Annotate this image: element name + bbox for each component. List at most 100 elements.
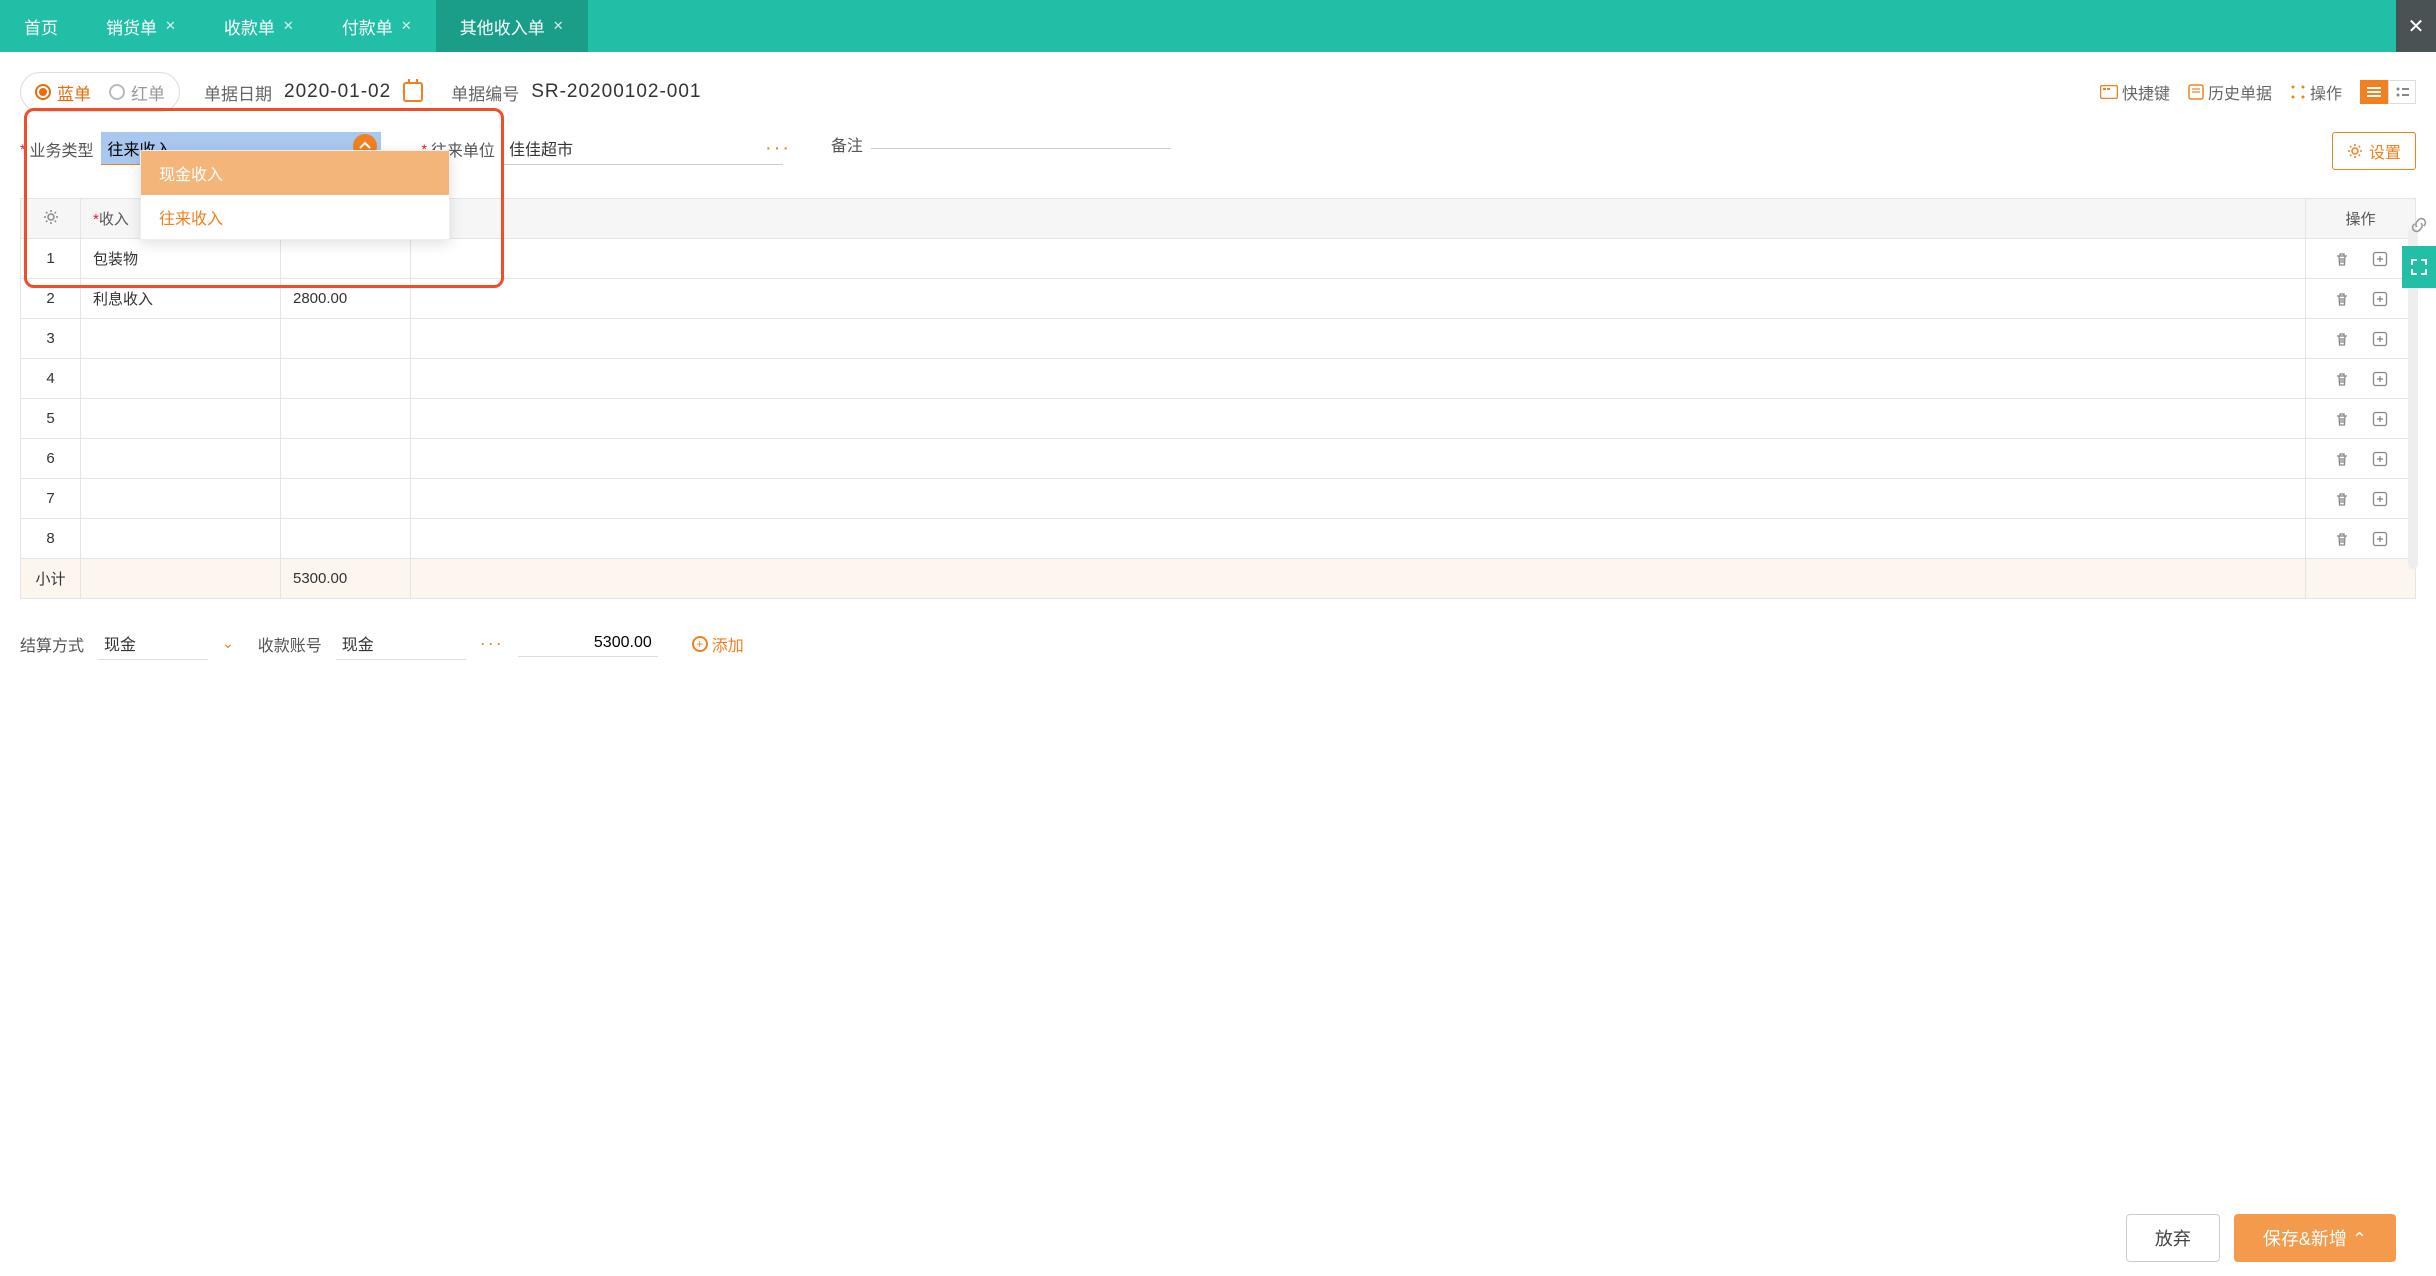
delete-icon[interactable]	[2331, 408, 2353, 430]
add-row-icon[interactable]	[2369, 488, 2391, 510]
radio-blue[interactable]: 蓝单	[35, 80, 91, 105]
close-icon[interactable]: ✕	[553, 18, 564, 34]
ellipsis-icon[interactable]: ···	[480, 633, 504, 654]
delete-icon[interactable]	[2331, 488, 2353, 510]
row-remark[interactable]	[411, 519, 2306, 559]
dropdown-option-cash-income[interactable]: 现金收入	[141, 151, 449, 195]
row-number: 5	[21, 399, 81, 439]
tab-bar: 首页 销货单✕ 收款单✕ 付款单✕ 其他收入单✕ ✕	[0, 0, 2436, 52]
add-row-icon[interactable]	[2369, 448, 2391, 470]
row-income-name[interactable]	[81, 439, 281, 479]
delete-icon[interactable]	[2331, 288, 2353, 310]
view-toggle	[2360, 80, 2416, 104]
row-income-name[interactable]	[81, 479, 281, 519]
row-remark[interactable]	[411, 399, 2306, 439]
settle-method-label: 结算方式	[20, 632, 84, 656]
row-number: 8	[21, 519, 81, 559]
plus-icon: +	[692, 636, 708, 652]
row-amount[interactable]	[281, 439, 411, 479]
table-row: 1包装物	[21, 239, 2416, 279]
add-payment-button[interactable]: + 添加	[692, 632, 744, 656]
row-income-name[interactable]: 利息收入	[81, 279, 281, 319]
add-row-icon[interactable]	[2369, 368, 2391, 390]
party-input[interactable]: 佳佳超市	[503, 132, 783, 165]
side-widgets	[2402, 204, 2436, 288]
calendar-icon[interactable]	[403, 82, 423, 102]
delete-icon[interactable]	[2331, 368, 2353, 390]
settings-button[interactable]: 设置	[2332, 132, 2416, 170]
table-row: 3	[21, 319, 2416, 359]
add-row-icon[interactable]	[2369, 288, 2391, 310]
subtotal-amount: 5300.00	[281, 559, 411, 599]
row-income-name[interactable]	[81, 519, 281, 559]
delete-icon[interactable]	[2331, 248, 2353, 270]
delete-icon[interactable]	[2331, 448, 2353, 470]
row-amount[interactable]: 2800.00	[281, 279, 411, 319]
remark-input[interactable]	[871, 140, 1171, 149]
add-row-icon[interactable]	[2369, 328, 2391, 350]
row-income-name[interactable]	[81, 359, 281, 399]
footer-actions: 放弃 保存&新增 ⌃	[2086, 1200, 2436, 1276]
dropdown-option-intercourse-income[interactable]: 往来收入	[141, 195, 449, 239]
history-link[interactable]: 历史单据	[2188, 80, 2272, 104]
payment-row: 结算方式 现金 ⌄ 收款账号 现金 ··· + 添加	[20, 627, 2416, 700]
table-row: 6	[21, 439, 2416, 479]
row-remark[interactable]	[411, 359, 2306, 399]
tab-sales[interactable]: 销货单✕	[82, 0, 200, 52]
row-income-name[interactable]	[81, 399, 281, 439]
chevron-up-icon: ⌃	[2352, 1229, 2367, 1249]
add-row-icon[interactable]	[2369, 408, 2391, 430]
row-amount[interactable]	[281, 479, 411, 519]
chevron-down-icon[interactable]: ⌄	[222, 635, 234, 652]
row-amount[interactable]	[281, 399, 411, 439]
save-new-button[interactable]: 保存&新增 ⌃	[2234, 1214, 2396, 1262]
account-value[interactable]: 现金	[336, 627, 466, 660]
delete-icon[interactable]	[2331, 328, 2353, 350]
settle-method-value[interactable]: 现金	[98, 627, 208, 660]
tab-home[interactable]: 首页	[0, 0, 82, 52]
row-remark[interactable]	[411, 239, 2306, 279]
actions-link[interactable]: 操作	[2290, 80, 2342, 104]
income-table: *收入 注 操作 1包装物2利息收入2800.00345678 小计 5300.…	[20, 198, 2416, 599]
subtotal-label: 小计	[21, 559, 81, 599]
row-number: 2	[21, 279, 81, 319]
action-column-header: 操作	[2306, 199, 2416, 239]
radio-red[interactable]: 红单	[109, 80, 165, 105]
link-icon[interactable]	[2402, 204, 2436, 246]
account-label: 收款账号	[258, 632, 322, 656]
close-icon[interactable]: ✕	[283, 18, 294, 34]
radio-icon	[35, 84, 51, 100]
view-detail-button[interactable]	[2388, 80, 2416, 104]
row-income-name[interactable]	[81, 319, 281, 359]
row-remark[interactable]	[411, 479, 2306, 519]
window-close-button[interactable]: ✕	[2396, 0, 2436, 52]
row-amount[interactable]	[281, 239, 411, 279]
table-row: 7	[21, 479, 2416, 519]
tab-payment[interactable]: 付款单✕	[318, 0, 436, 52]
view-list-button[interactable]	[2360, 80, 2388, 104]
tab-receipt[interactable]: 收款单✕	[200, 0, 318, 52]
amount-input[interactable]	[518, 630, 658, 657]
discard-button[interactable]: 放弃	[2126, 1214, 2220, 1262]
row-amount[interactable]	[281, 519, 411, 559]
date-value[interactable]: 2020-01-02	[284, 81, 391, 103]
row-amount[interactable]	[281, 319, 411, 359]
row-income-name[interactable]: 包装物	[81, 239, 281, 279]
row-number: 4	[21, 359, 81, 399]
row-remark[interactable]	[411, 279, 2306, 319]
ellipsis-icon[interactable]: ···	[765, 137, 791, 160]
add-row-icon[interactable]	[2369, 528, 2391, 550]
close-icon[interactable]: ✕	[165, 18, 176, 34]
close-icon[interactable]: ✕	[401, 18, 412, 34]
expand-icon[interactable]	[2402, 246, 2436, 288]
delete-icon[interactable]	[2331, 528, 2353, 550]
row-amount[interactable]	[281, 359, 411, 399]
row-remark[interactable]	[411, 439, 2306, 479]
docnum-label: 单据编号	[451, 80, 519, 105]
row-remark[interactable]	[411, 319, 2306, 359]
gear-column-header[interactable]	[21, 199, 81, 239]
tab-other-income[interactable]: 其他收入单✕	[436, 0, 588, 52]
shortcut-link[interactable]: 快捷键	[2100, 80, 2170, 104]
row-number: 7	[21, 479, 81, 519]
add-row-icon[interactable]	[2369, 248, 2391, 270]
